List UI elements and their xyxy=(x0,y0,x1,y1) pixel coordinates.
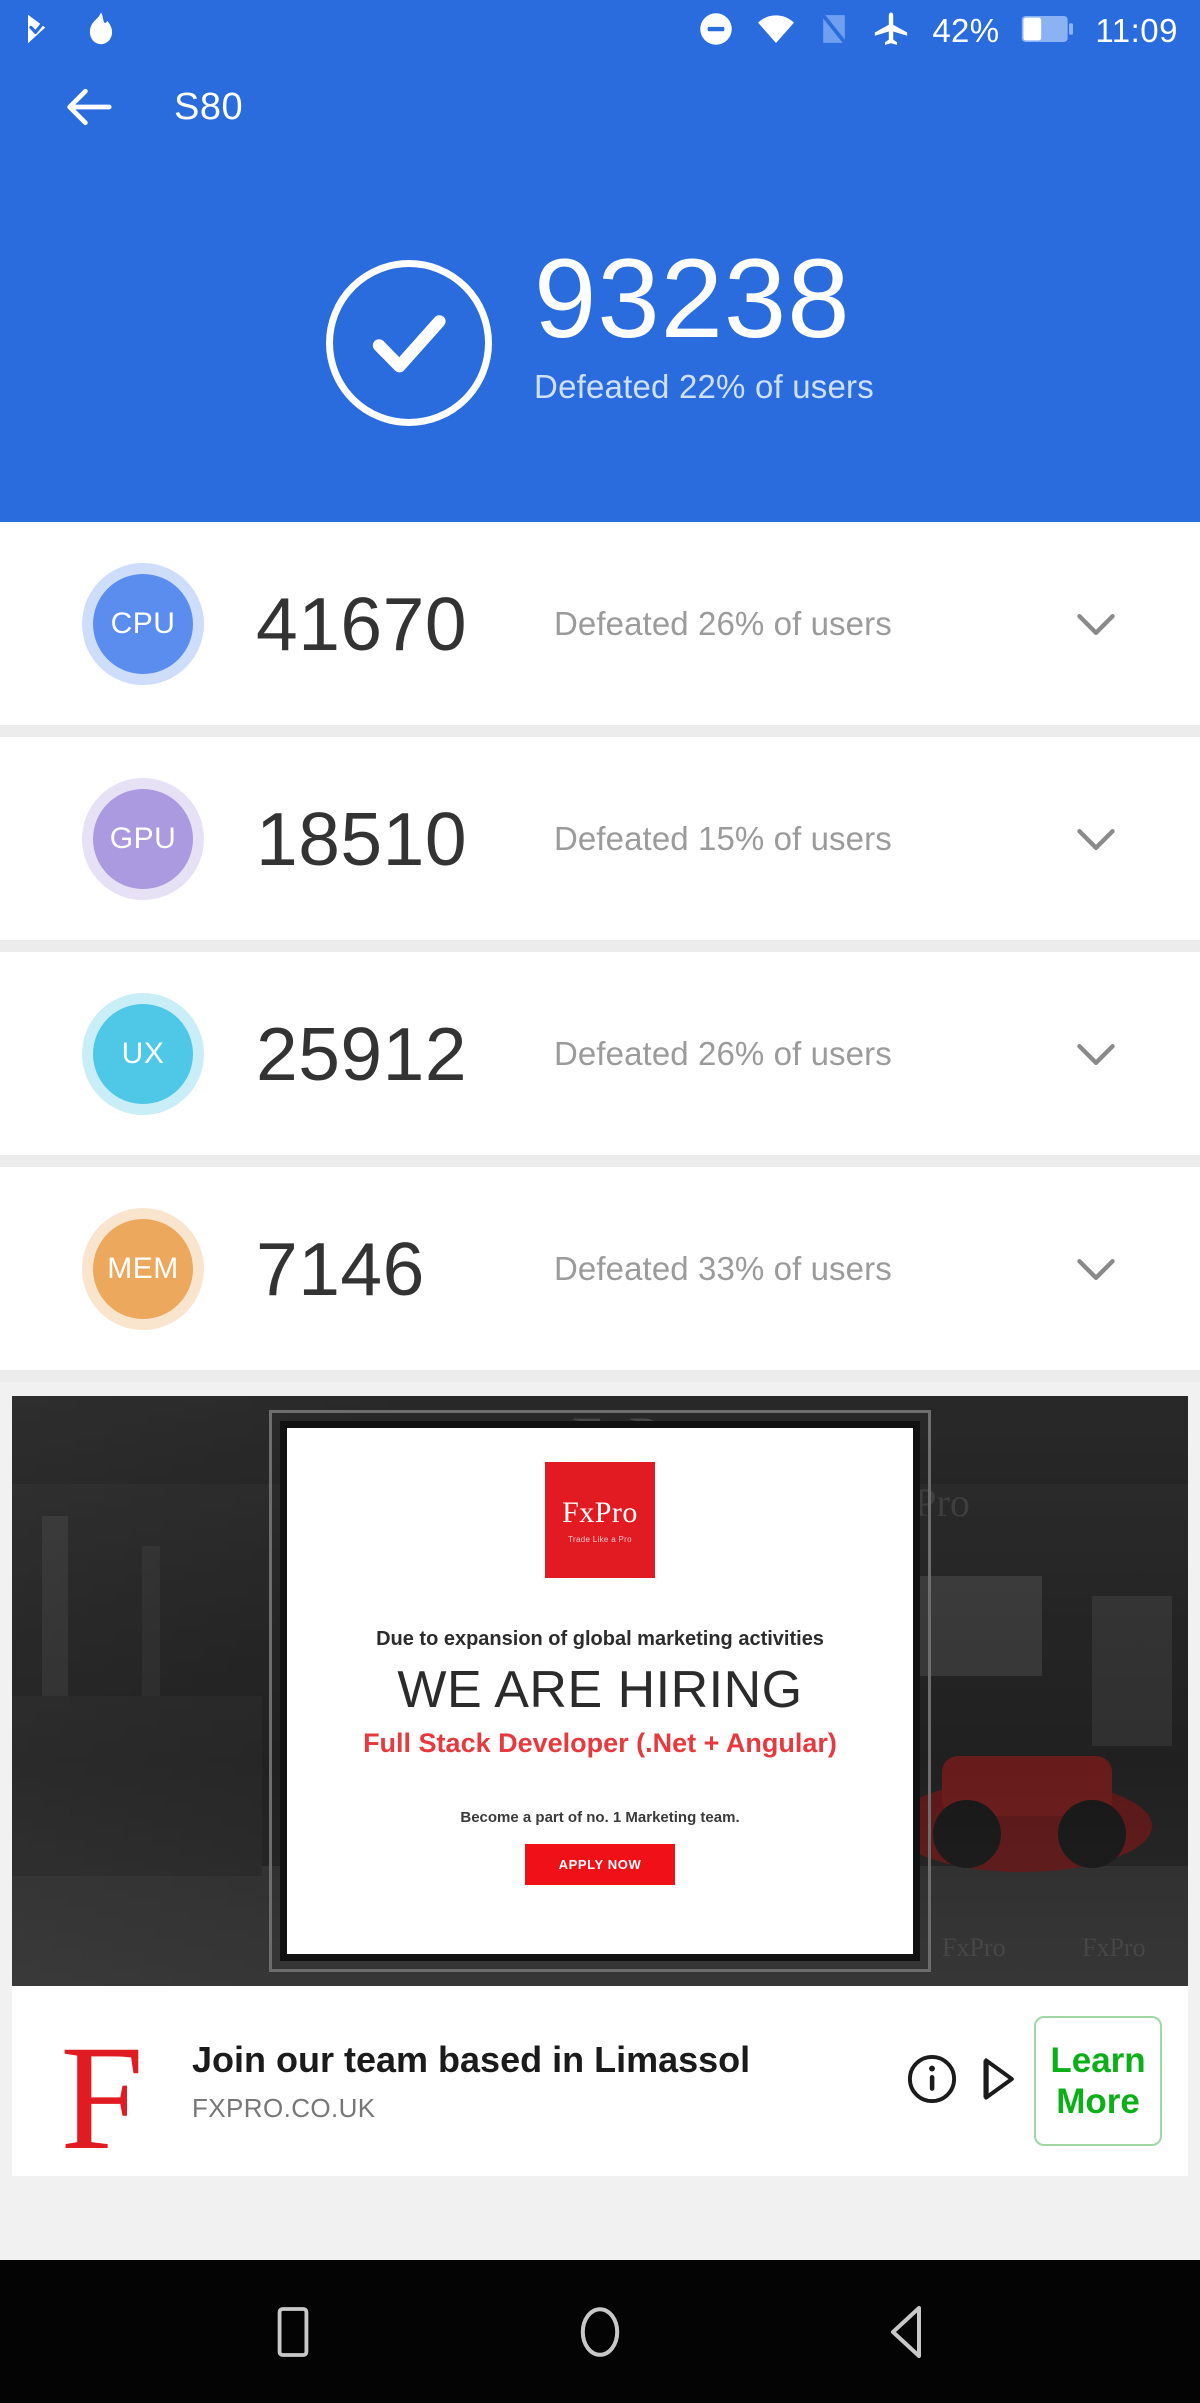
cpu-subtitle: Defeated 26% of users xyxy=(554,604,892,642)
ux-score: 25912 xyxy=(256,1011,468,1096)
mem-badge-label: MEM xyxy=(107,1251,179,1285)
cpu-badge-label: CPU xyxy=(110,606,176,640)
list-divider xyxy=(0,1155,1200,1167)
apply-now-button[interactable]: APPLY NOW xyxy=(524,1843,676,1885)
fxpro-logo-tagline: Trade Like a Pro xyxy=(568,1535,632,1544)
adchoices-icon[interactable] xyxy=(972,2053,1024,2110)
learn-more-button[interactable]: Learn More xyxy=(1034,2016,1162,2146)
status-bar: 42% 11:09 xyxy=(0,0,1200,62)
ad-footer-text: Join our team based in Limassol FXPRO.CO… xyxy=(192,2038,888,2125)
ad-footer-brand-letter: F xyxy=(60,2014,144,2176)
battery-icon xyxy=(1021,14,1074,49)
ad-headline: WE ARE HIRING xyxy=(397,1661,803,1719)
advertisement[interactable]: FxPro FxPro FxPro FxPro FxPro xyxy=(0,1396,1200,2176)
ad-poster: FxPro Trade Like a Pro Due to expansion … xyxy=(287,1428,913,1954)
status-bar-system-icons: 42% 11:09 xyxy=(698,10,1178,53)
fxpro-logo: FxPro Trade Like a Pro xyxy=(545,1462,655,1578)
gpu-score: 18510 xyxy=(256,796,468,881)
list-divider xyxy=(0,725,1200,737)
ad-poster-frame: FxPro Trade Like a Pro Due to expansion … xyxy=(269,1410,931,1972)
mem-subtitle: Defeated 33% of users xyxy=(554,1249,892,1287)
mem-score: 7146 xyxy=(256,1226,425,1311)
ad-blurb: Become a part of no. 1 Marketing team. xyxy=(460,1808,740,1826)
metric-row-gpu[interactable]: GPU 18510 Defeated 15% of users xyxy=(0,737,1200,940)
total-score-panel: 93238 Defeated 22% of users xyxy=(0,152,1200,522)
ux-subtitle: Defeated 26% of users xyxy=(554,1034,892,1072)
back-triangle-icon[interactable] xyxy=(872,2297,942,2367)
cpu-badge-label-wrap: CPU xyxy=(93,573,193,674)
gpu-badge-label-wrap: GPU xyxy=(93,788,193,889)
total-score-value: 93238 xyxy=(534,236,851,361)
app-bar: S80 xyxy=(0,62,1200,152)
ux-badge: UX xyxy=(82,992,204,1115)
metric-row-ux[interactable]: UX 25912 Defeated 26% of users xyxy=(0,952,1200,1155)
wifi-icon xyxy=(756,12,796,51)
chevron-down-icon[interactable] xyxy=(1065,808,1127,870)
ux-badge-label-wrap: UX xyxy=(93,1003,193,1104)
airplane-mode-icon xyxy=(872,10,910,53)
check-circle-icon xyxy=(326,260,493,426)
cpu-score: 41670 xyxy=(256,581,468,666)
cpu-badge: CPU xyxy=(82,562,204,685)
chevron-down-icon[interactable] xyxy=(1065,593,1127,655)
gpu-badge: GPU xyxy=(82,777,204,900)
mem-badge-label-wrap: MEM xyxy=(93,1218,193,1319)
clock-label: 11:09 xyxy=(1095,12,1178,49)
fxpro-logo-wordmark: FxPro xyxy=(562,1496,638,1529)
ad-footer-icons xyxy=(906,2053,1024,2110)
list-divider xyxy=(0,1370,1200,1382)
signal-off-icon xyxy=(818,12,850,51)
ux-badge-label: UX xyxy=(121,1036,165,1070)
info-icon[interactable] xyxy=(906,2053,958,2110)
total-score-subtitle: Defeated 22% of users xyxy=(534,368,874,406)
gpu-badge-label: GPU xyxy=(109,821,177,855)
metric-row-mem[interactable]: MEM 7146 Defeated 33% of users xyxy=(0,1167,1200,1370)
flame-icon xyxy=(84,11,118,52)
ad-media[interactable]: FxPro FxPro FxPro FxPro FxPro xyxy=(12,1396,1188,1986)
home-circle-icon[interactable] xyxy=(565,2297,635,2367)
ad-footer-headline: Join our team based in Limassol xyxy=(192,2038,751,2080)
gpu-subtitle: Defeated 15% of users xyxy=(554,819,892,857)
ad-role: Full Stack Developer (.Net + Angular) xyxy=(363,1727,837,1758)
list-divider xyxy=(0,940,1200,952)
battery-percent-label: 42% xyxy=(932,12,1000,49)
do-not-disturb-icon xyxy=(698,11,734,52)
recents-square-icon[interactable] xyxy=(258,2297,328,2367)
svg-text:FxPro: FxPro xyxy=(1082,1933,1146,1962)
chevron-down-icon[interactable] xyxy=(1065,1023,1127,1085)
android-navigation-bar xyxy=(0,2260,1200,2403)
page-title: S80 xyxy=(174,85,244,128)
chevron-down-icon[interactable] xyxy=(1065,1238,1127,1300)
mem-badge: MEM xyxy=(82,1207,204,1330)
svg-text:FxPro: FxPro xyxy=(942,1933,1006,1962)
ad-footer[interactable]: F Join our team based in Limassol FXPRO.… xyxy=(12,1986,1188,2176)
ad-kicker: Due to expansion of global marketing act… xyxy=(376,1628,824,1650)
play-store-update-icon xyxy=(22,11,58,52)
metric-list: CPU 41670 Defeated 26% of users GPU 1851… xyxy=(0,522,1200,1382)
learn-more-line1: Learn xyxy=(1050,2040,1146,2080)
status-bar-notifications xyxy=(22,11,118,52)
ad-footer-url: FXPRO.CO.UK xyxy=(192,2093,376,2124)
learn-more-line2: More xyxy=(1056,2082,1140,2121)
back-arrow-icon[interactable] xyxy=(62,80,116,134)
phone-screen: 42% 11:09 S80 93238 Defeated 22% of user… xyxy=(0,0,1200,2403)
metric-row-cpu[interactable]: CPU 41670 Defeated 26% of users xyxy=(0,522,1200,725)
